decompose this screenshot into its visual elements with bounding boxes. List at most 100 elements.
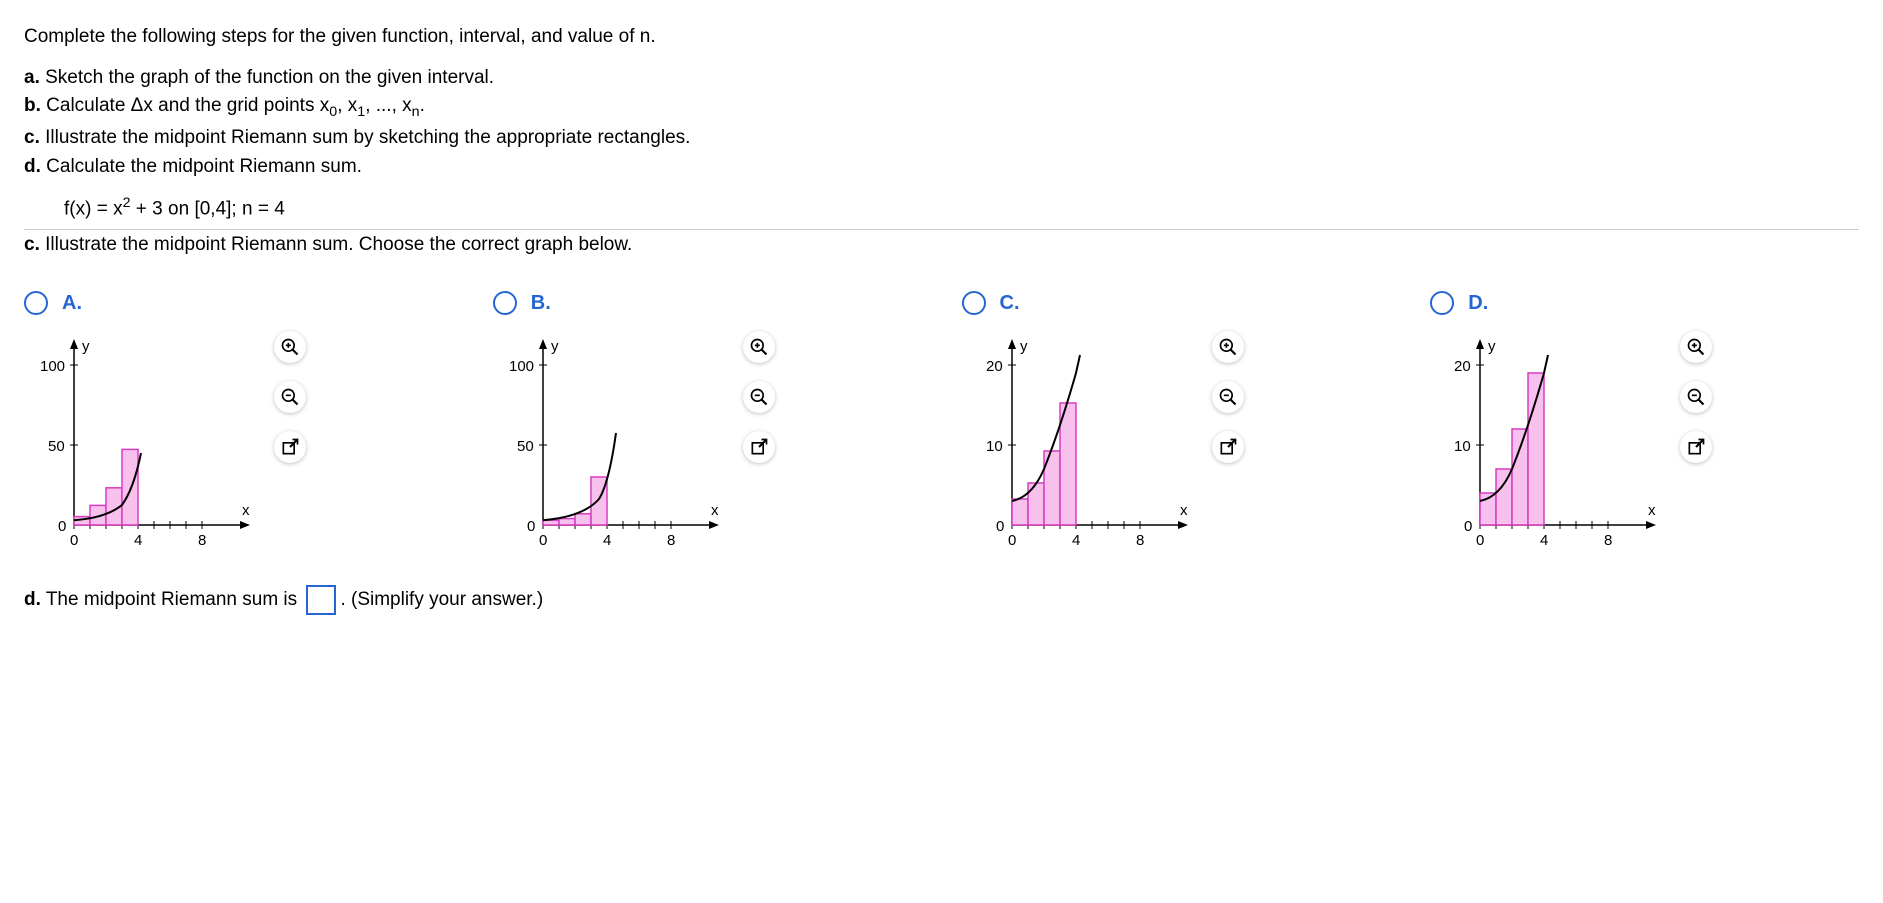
- radio-b[interactable]: [493, 291, 517, 315]
- question-intro: Complete the following steps for the giv…: [24, 24, 1859, 51]
- subscript-0: 0: [329, 104, 337, 120]
- popout-icon: [280, 437, 300, 457]
- xtick-0: 0: [1008, 532, 1016, 549]
- func-pre: f(x) = x: [64, 198, 123, 219]
- choice-b: B.: [493, 289, 922, 555]
- xtick-4: 4: [603, 532, 611, 549]
- answer-d-post: . (Simplify your answer.): [340, 589, 543, 610]
- zoom-controls-b: [743, 331, 775, 463]
- choice-d-letter: D.: [1468, 289, 1488, 317]
- answer-d: d. The midpoint Riemann sum is . (Simpli…: [24, 585, 1859, 615]
- x-axis-label: x: [1648, 502, 1656, 519]
- ytick-mid: 50: [48, 438, 65, 455]
- answer-input[interactable]: [306, 585, 336, 615]
- xtick-0: 0: [70, 532, 78, 549]
- xtick-0: 0: [1476, 532, 1484, 549]
- step-d: d. Calculate the midpoint Riemann sum.: [24, 154, 1859, 181]
- popout-icon: [1686, 437, 1706, 457]
- axes: [70, 339, 250, 529]
- ytick-max: 20: [986, 358, 1003, 375]
- section-c-header: c. Illustrate the midpoint Riemann sum. …: [24, 229, 1859, 259]
- choice-c-header[interactable]: C.: [962, 289, 1391, 317]
- ytick-mid: 10: [986, 438, 1003, 455]
- step-c-label: c.: [24, 127, 40, 148]
- y-axis-label: y: [1488, 338, 1496, 355]
- zoom-in-button[interactable]: [1212, 331, 1244, 363]
- zoom-controls-c: [1212, 331, 1244, 463]
- zoom-out-button[interactable]: [1680, 381, 1712, 413]
- ytick-max: 100: [40, 358, 65, 375]
- zoom-out-icon: [1218, 387, 1238, 407]
- zoom-out-icon: [749, 387, 769, 407]
- zoom-out-button[interactable]: [743, 381, 775, 413]
- zoom-out-button[interactable]: [1212, 381, 1244, 413]
- zoom-in-button[interactable]: [274, 331, 306, 363]
- choice-b-header[interactable]: B.: [493, 289, 922, 317]
- step-d-text: Calculate the midpoint Riemann sum.: [41, 156, 362, 177]
- ytick-0: 0: [527, 518, 535, 535]
- xtick-4: 4: [1072, 532, 1080, 549]
- function-definition: f(x) = x2 + 3 on [0,4]; n = 4: [64, 194, 1859, 223]
- step-a: a. Sketch the graph of the function on t…: [24, 65, 1859, 92]
- choice-d-header[interactable]: D.: [1430, 289, 1859, 317]
- step-c-text: Illustrate the midpoint Riemann sum by s…: [40, 127, 691, 148]
- graph-c: y x 20 10 0 0 4 8: [962, 325, 1202, 555]
- step-b-end: .: [420, 95, 425, 116]
- x-axis-label: x: [711, 502, 719, 519]
- y-axis-label: y: [1020, 338, 1028, 355]
- zoom-out-icon: [280, 387, 300, 407]
- step-b-mid: , x: [337, 95, 357, 116]
- answer-d-label: d.: [24, 589, 41, 610]
- ytick-mid: 50: [517, 438, 534, 455]
- y-axis-label: y: [82, 338, 90, 355]
- ytick-0: 0: [58, 518, 66, 535]
- popout-button[interactable]: [1212, 431, 1244, 463]
- func-exp: 2: [123, 195, 131, 211]
- xtick-8: 8: [667, 532, 675, 549]
- ytick-0: 0: [996, 518, 1004, 535]
- choices-row: A.: [24, 289, 1859, 555]
- steps-list: a. Sketch the graph of the function on t…: [24, 65, 1859, 181]
- step-b-pre: Calculate Δx and the grid points x: [41, 95, 329, 116]
- bars: [1012, 403, 1076, 525]
- step-a-label: a.: [24, 67, 40, 88]
- graph-a: y x 100 50 0 0 4 8: [24, 325, 264, 555]
- choice-d: D.: [1430, 289, 1859, 555]
- step-a-text: Sketch the graph of the function on the …: [40, 67, 494, 88]
- zoom-in-button[interactable]: [1680, 331, 1712, 363]
- radio-a[interactable]: [24, 291, 48, 315]
- radio-d[interactable]: [1430, 291, 1454, 315]
- choice-a-letter: A.: [62, 289, 82, 317]
- choice-a-header[interactable]: A.: [24, 289, 453, 317]
- zoom-in-icon: [280, 337, 300, 357]
- subscript-n: n: [412, 104, 420, 120]
- popout-button[interactable]: [274, 431, 306, 463]
- zoom-controls-d: [1680, 331, 1712, 463]
- graph-d: y x 20 10 0 0 4 8: [1430, 325, 1670, 555]
- zoom-in-button[interactable]: [743, 331, 775, 363]
- step-b-label: b.: [24, 95, 41, 116]
- choice-b-letter: B.: [531, 289, 551, 317]
- bars: [1480, 373, 1544, 525]
- step-b-mid2: , ..., x: [365, 95, 411, 116]
- popout-button[interactable]: [743, 431, 775, 463]
- subscript-1: 1: [357, 104, 365, 120]
- ytick-0: 0: [1464, 518, 1472, 535]
- axes: [539, 339, 719, 529]
- xtick-8: 8: [198, 532, 206, 549]
- zoom-out-button[interactable]: [274, 381, 306, 413]
- radio-c[interactable]: [962, 291, 986, 315]
- section-c-label: c.: [24, 234, 40, 255]
- zoom-in-icon: [1686, 337, 1706, 357]
- popout-button[interactable]: [1680, 431, 1712, 463]
- xtick-8: 8: [1136, 532, 1144, 549]
- ytick-mid: 10: [1454, 438, 1471, 455]
- step-b: b. Calculate Δx and the grid points x0, …: [24, 93, 1859, 123]
- popout-icon: [749, 437, 769, 457]
- ytick-max: 100: [509, 358, 534, 375]
- graph-b: y x 100 50 0 0 4 8: [493, 325, 733, 555]
- choice-c: C.: [962, 289, 1391, 555]
- ytick-max: 20: [1454, 358, 1471, 375]
- choice-a: A.: [24, 289, 453, 555]
- section-c-text: Illustrate the midpoint Riemann sum. Cho…: [40, 234, 632, 255]
